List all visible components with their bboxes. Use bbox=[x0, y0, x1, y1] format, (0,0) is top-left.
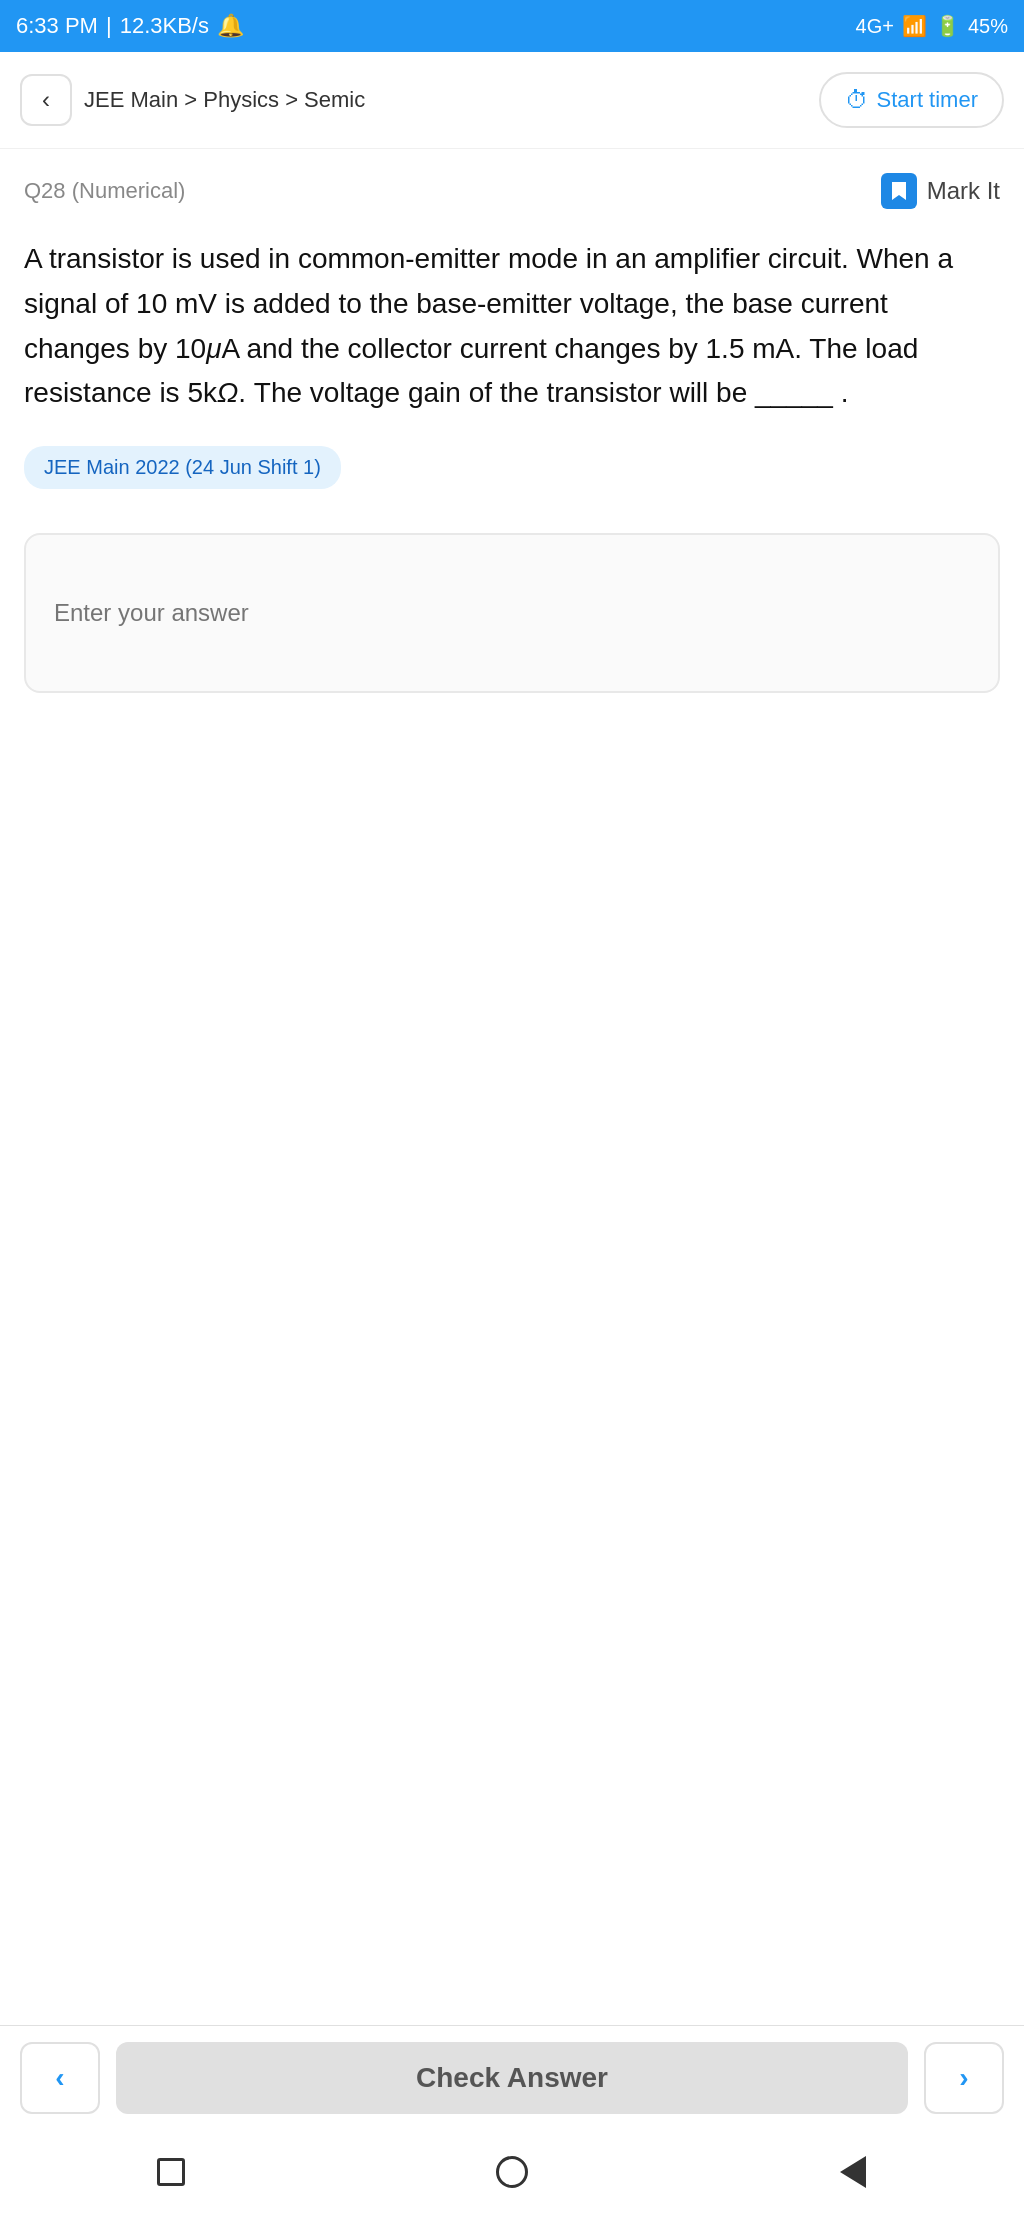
back-system-button[interactable] bbox=[831, 2150, 875, 2194]
question-label: Q28 (Numerical) bbox=[24, 178, 185, 204]
circle-icon bbox=[496, 2156, 528, 2188]
recent-apps-button[interactable] bbox=[149, 2150, 193, 2194]
status-left: 6:33 PM | 12.3KB/s 🔔 bbox=[16, 13, 244, 39]
answer-box bbox=[24, 533, 1000, 693]
separator: | bbox=[106, 13, 112, 39]
system-nav-bar bbox=[0, 2130, 1024, 2218]
question-tag: JEE Main 2022 (24 Jun Shift 1) bbox=[24, 446, 341, 489]
check-answer-button[interactable]: Check Answer bbox=[116, 2042, 908, 2114]
nav-left: ‹ JEE Main > Physics > Semic bbox=[20, 74, 365, 126]
prev-button[interactable]: ‹ bbox=[20, 2042, 100, 2114]
mark-it-button[interactable]: Mark It bbox=[881, 173, 1000, 209]
status-right: 4G+ 📶 🔋 45% bbox=[856, 14, 1008, 38]
prev-icon: ‹ bbox=[55, 2062, 64, 2094]
back-button[interactable]: ‹ bbox=[20, 74, 72, 126]
back-icon: ‹ bbox=[42, 86, 50, 114]
question-body: A transistor is used in common-emitter m… bbox=[0, 221, 1024, 436]
spacer bbox=[0, 717, 1024, 2025]
home-button[interactable] bbox=[490, 2150, 534, 2194]
time: 6:33 PM bbox=[16, 13, 98, 39]
breadcrumb: JEE Main > Physics > Semic bbox=[84, 87, 365, 113]
question-header: Q28 (Numerical) Mark It bbox=[0, 149, 1024, 221]
next-button[interactable]: › bbox=[924, 2042, 1004, 2114]
network-type: 4G+ bbox=[856, 15, 894, 38]
triangle-icon bbox=[840, 2156, 866, 2188]
timer-icon: ⏱ bbox=[845, 86, 869, 114]
battery-icon: 🔋 bbox=[935, 14, 960, 38]
network-speed: 12.3KB/s bbox=[120, 13, 209, 39]
battery-level: 45% bbox=[968, 15, 1008, 38]
start-timer-label: Start timer bbox=[877, 87, 978, 113]
status-bar: 6:33 PM | 12.3KB/s 🔔 4G+ 📶 🔋 45% bbox=[0, 0, 1024, 52]
nav-bar: ‹ JEE Main > Physics > Semic ⏱ Start tim… bbox=[0, 52, 1024, 149]
next-icon: › bbox=[959, 2062, 968, 2094]
headphone-icon: 🔔 bbox=[217, 13, 244, 39]
check-answer-label: Check Answer bbox=[416, 2062, 608, 2093]
bookmark-icon bbox=[881, 173, 917, 209]
start-timer-button[interactable]: ⏱ Start timer bbox=[819, 72, 1004, 128]
tag-container: JEE Main 2022 (24 Jun Shift 1) bbox=[0, 436, 1024, 513]
square-icon bbox=[157, 2158, 185, 2186]
answer-input[interactable] bbox=[54, 599, 970, 627]
question-text: A transistor is used in common-emitter m… bbox=[24, 237, 1000, 416]
answer-section bbox=[0, 513, 1024, 717]
mark-it-label: Mark It bbox=[927, 177, 1000, 205]
signal-icon: 📶 bbox=[902, 14, 927, 38]
bottom-nav: ‹ Check Answer › bbox=[0, 2025, 1024, 2130]
